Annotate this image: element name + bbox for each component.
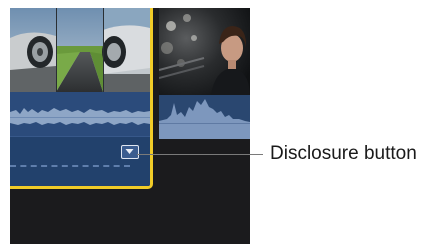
clip-audio-waveform [10, 92, 150, 136]
clip-video-thumbnails [159, 8, 250, 95]
disclosure-button[interactable] [121, 145, 139, 159]
clip-audio-waveform [159, 95, 250, 139]
clip-video-thumbnails [10, 8, 150, 92]
callout-leader-line [137, 154, 263, 155]
timeline [10, 8, 250, 244]
interview-thumbnail [159, 8, 250, 95]
adjacent-clip[interactable] [159, 8, 250, 139]
callout-label: Disclosure button [270, 143, 417, 164]
expanded-audio-video-area [10, 136, 150, 186]
selected-clip[interactable] [10, 8, 153, 189]
disclosure-triangle-down-icon [125, 149, 134, 154]
race-car-thumbnails [10, 8, 150, 92]
volume-line[interactable] [10, 165, 130, 167]
